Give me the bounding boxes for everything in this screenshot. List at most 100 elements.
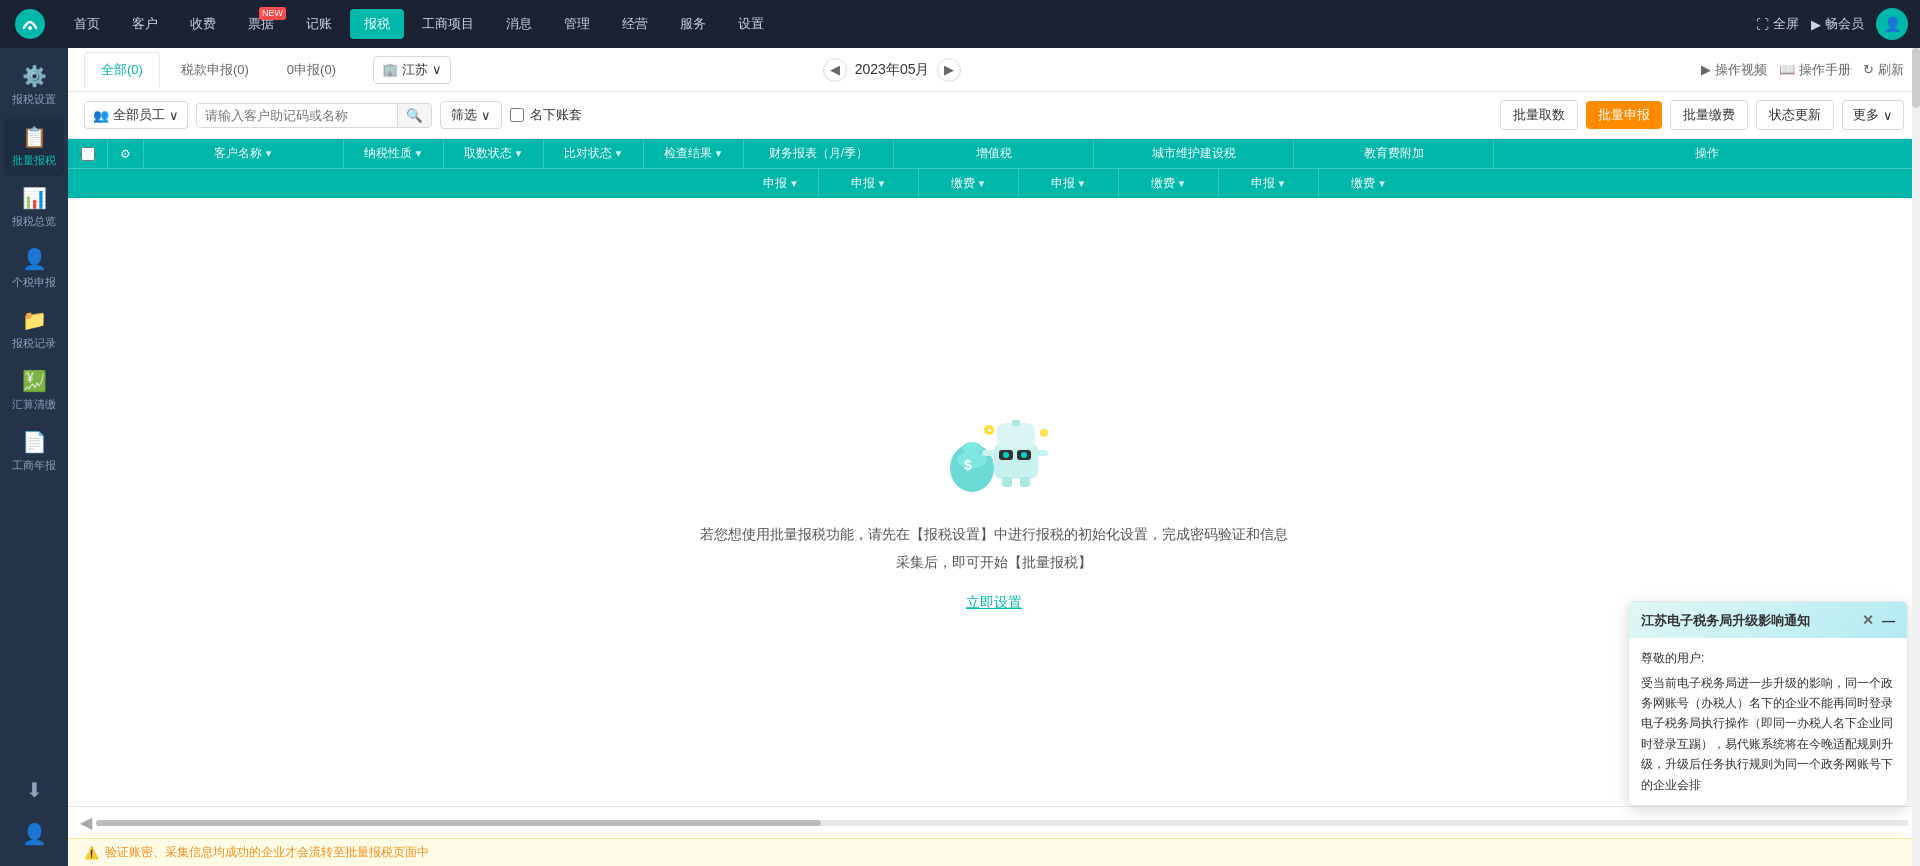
sidebar-item-tax-record[interactable]: 📁 报税记录 [4,300,64,359]
th-fetch-status: 取数状态 ▼ [444,139,544,168]
nav-manage[interactable]: 管理 [550,9,604,39]
svg-point-9 [1003,452,1009,458]
tab-zero-declare[interactable]: 0申报(0) [270,52,353,87]
svg-point-1 [28,26,32,30]
book-icon: 📖 [1779,62,1795,77]
toolbar: 👥 全部员工 ∨ 🔍 筛选 ∨ 名下账套 批量取数 批量申报 批量缴费 状态更新 [68,92,1920,139]
sidebar-item-tax-overview[interactable]: 📊 报税总览 [4,178,64,237]
fullscreen-button[interactable]: ⛶ 全屏 [1756,15,1799,33]
nav-client[interactable]: 客户 [118,9,172,39]
nav-home[interactable]: 首页 [60,9,114,39]
subaccount-checkbox[interactable] [510,108,524,122]
svg-rect-12 [1012,420,1020,426]
sidebar-item-settlement[interactable]: 💹 汇算清缴 [4,361,64,420]
svg-point-0 [15,9,45,39]
th-checkbox[interactable] [68,139,108,168]
app-logo[interactable] [12,6,48,42]
region-icon: 🏢 [382,62,398,77]
sidebar-item-download[interactable]: ⬇ [4,770,64,810]
nav-fee[interactable]: 收费 [176,9,230,39]
status-update-button[interactable]: 状态更新 [1756,100,1834,130]
video-link[interactable]: ▶ 操作视频 [1701,61,1767,79]
sidebar-bottom: ⬇ 👤 [4,770,64,866]
nav-service[interactable]: 服务 [666,9,720,39]
new-badge: NEW [259,7,286,20]
th-client-name: 客户名称 ▼ [144,139,344,168]
setup-link[interactable]: 立即设置 [966,588,1022,616]
nav-tax[interactable]: 报税 [350,9,404,39]
search-input[interactable] [197,104,397,127]
member-button[interactable]: ▶ 畅会员 [1811,15,1864,33]
sidebar: ⚙️ 报税设置 📋 批量报税 📊 报税总览 👤 个税申报 📁 报税记录 💹 汇算… [0,48,68,866]
personal-tax-icon: 👤 [22,247,47,271]
svg-rect-14 [1034,450,1048,456]
next-month-button[interactable]: ▶ [937,58,961,82]
checkbox-label[interactable]: 名下账套 [510,106,582,124]
batch-pay-button[interactable]: 批量缴费 [1670,100,1748,130]
th-vat-submit: 申报▼ [819,169,919,198]
th-check-result: 检查结果 ▼ [644,139,744,168]
th-city-submit: 申报▼ [1019,169,1119,198]
th-compare-status: 比对状态 ▼ [544,139,644,168]
refresh-button[interactable]: ↻ 刷新 [1863,61,1904,79]
chevron-down-icon: ∨ [1883,108,1893,123]
vertical-scrollbar-thumb[interactable] [1912,48,1920,108]
tab-bar: 全部(0) 税款申报(0) 0申报(0) 🏢 江苏 ∨ ◀ 2023年05月 ▶ [68,48,1920,92]
filter-button[interactable]: 筛选 ∨ [440,101,502,129]
notification-close-button[interactable]: ✕ [1862,612,1874,628]
manual-link[interactable]: 📖 操作手册 [1779,61,1851,79]
notification-minimize-button[interactable]: — [1882,613,1895,628]
nav-settings[interactable]: 设置 [724,9,778,39]
th-vat: 增值税 [894,139,1094,168]
notification-header: 江苏电子税务局升级影响通知 ✕ — [1629,602,1907,638]
batch-tax-icon: 📋 [22,125,47,149]
horizontal-scrollbar-thumb[interactable] [96,820,821,826]
more-button[interactable]: 更多 ∨ [1842,100,1904,130]
svg-rect-16 [1020,477,1030,487]
sidebar-item-annual-report[interactable]: 📄 工商年报 [4,422,64,481]
batch-fetch-button[interactable]: 批量取数 [1500,100,1578,130]
scroll-left-arrow[interactable]: ◀ [80,813,92,832]
empty-state-text: 若您想使用批量报税功能，请先在【报税设置】中进行报税的初始化设置，完成密码验证和… [694,520,1294,576]
th-edu-submit: 申报▼ [1219,169,1319,198]
tab-right-controls: ▶ 操作视频 📖 操作手册 ↻ 刷新 [1701,61,1904,79]
tab-all[interactable]: 全部(0) [84,52,160,88]
horizontal-scrollbar-track[interactable] [96,820,1908,826]
tax-settings-icon: ⚙️ [22,64,47,88]
prev-month-button[interactable]: ◀ [823,58,847,82]
date-navigation: ◀ 2023年05月 ▶ [823,58,962,82]
search-button[interactable]: 🔍 [397,104,431,127]
svg-point-18 [1040,429,1048,437]
settlement-icon: 💹 [22,369,47,393]
vertical-scrollbar[interactable] [1912,48,1920,866]
svg-text:$: $ [964,457,972,473]
nav-invoice[interactable]: 票据 NEW [234,9,288,39]
refresh-icon: ↻ [1863,62,1874,77]
top-right-controls: ⛶ 全屏 ▶ 畅会员 👤 [1756,8,1908,40]
user-avatar[interactable]: 👤 [1876,8,1908,40]
th-edu-pay: 缴费▼ [1319,169,1419,198]
chevron-down-icon: ∨ [169,108,179,123]
nav-operate[interactable]: 经营 [608,9,662,39]
employee-select[interactable]: 👥 全部员工 ∨ [84,101,188,129]
tab-tax-declare[interactable]: 税款申报(0) [164,52,266,87]
table-header-row2: 申报▼ 申报▼ 缴费▼ 申报▼ 缴费▼ 申报▼ 缴费▼ [68,169,1920,198]
nav-business[interactable]: 工商项目 [408,9,488,39]
nav-message[interactable]: 消息 [492,9,546,39]
video-icon: ▶ [1701,62,1711,77]
warning-icon: ⚠️ [84,846,99,860]
th-tax-nature: 纳税性质 ▼ [344,139,444,168]
nav-accounting[interactable]: 记账 [292,9,346,39]
region-selector[interactable]: 🏢 江苏 ∨ [373,56,451,84]
notification-body: 尊敬的用户: 受当前电子税务局进一步升级的影响，同一个政务网账号（办税人）名下的… [1629,638,1907,805]
th-operations: 操作 [1494,139,1920,168]
sidebar-item-batch-tax[interactable]: 📋 批量报税 [4,117,64,176]
batch-submit-button[interactable]: 批量申报 [1586,101,1662,129]
user-icon: 👤 [22,822,47,846]
notification-title: 江苏电子税务局升级影响通知 [1641,612,1810,630]
sidebar-item-personal-tax[interactable]: 👤 个税申报 [4,239,64,298]
svg-rect-11 [997,423,1035,449]
sidebar-item-tax-settings[interactable]: ⚙️ 报税设置 [4,56,64,115]
sidebar-item-user[interactable]: 👤 [4,814,64,854]
select-all-checkbox[interactable] [81,147,95,161]
